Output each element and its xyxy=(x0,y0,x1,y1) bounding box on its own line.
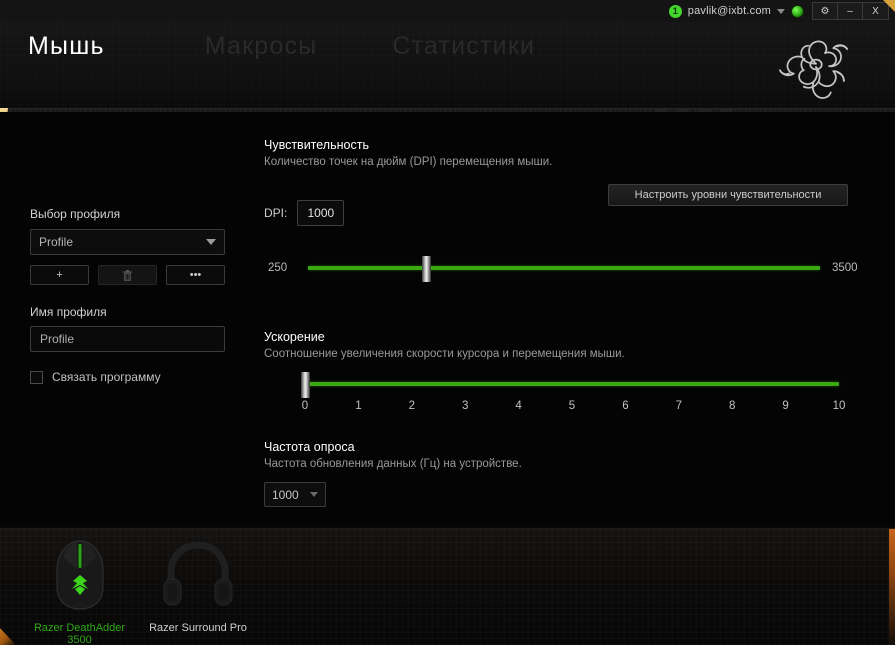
acceleration-tick: 8 xyxy=(728,400,736,412)
window-controls: ⚙ – X xyxy=(812,2,889,20)
gear-icon[interactable]: ⚙ xyxy=(813,3,838,19)
title-bar: 1 pavlik@ixbt.com ⚙ – X xyxy=(0,0,895,22)
link-program-label: Связать программу xyxy=(52,370,161,384)
sensitivity-subtitle: Количество точек на дюйм (DPI) перемещен… xyxy=(264,156,553,168)
acceleration-tick: 7 xyxy=(675,400,682,412)
acceleration-tick: 2 xyxy=(408,400,415,412)
acceleration-tick: 5 xyxy=(568,400,576,412)
razer-synapse-window: 1 pavlik@ixbt.com ⚙ – X Мышь Макросы Ста… xyxy=(0,0,895,645)
profile-select-value: Profile xyxy=(39,235,74,249)
trash-icon xyxy=(123,269,132,281)
left-corner-accent xyxy=(0,628,16,645)
acceleration-slider[interactable]: 0 1 2 3 4 5 6 7 8 9 10 xyxy=(262,370,872,420)
caret-down-icon[interactable] xyxy=(777,8,785,14)
configure-sensitivity-button[interactable]: Настроить уровни чувствительности xyxy=(608,184,848,206)
device-razer-deathadder[interactable]: Razer DeathAdder 3500 xyxy=(22,539,137,645)
right-edge-accent xyxy=(889,529,895,645)
dpi-row: DPI: 1000 xyxy=(264,200,345,226)
chevron-down-icon xyxy=(310,492,318,497)
mouse-icon xyxy=(55,540,104,610)
polling-rate-select[interactable]: 1000 xyxy=(264,482,326,507)
profile-name-label: Имя профиля xyxy=(30,305,107,319)
dpi-max-label: 3500 xyxy=(832,262,858,274)
acceleration-slider-thumb[interactable] xyxy=(300,372,310,398)
dpi-slider[interactable]: 250 3500 xyxy=(262,254,872,284)
content-body: Выбор профиля Profile + ••• Имя профиля … xyxy=(0,112,895,625)
acceleration-tick: 10 xyxy=(832,400,846,412)
device-bar: Razer DeathAdder 3500 Razer Surround Pro xyxy=(0,528,895,645)
link-program-checkbox[interactable] xyxy=(30,370,43,384)
more-options-button[interactable]: ••• xyxy=(166,265,225,285)
acceleration-tick: 0 xyxy=(301,400,309,412)
app-header: Мышь Макросы Статистики xyxy=(0,22,895,134)
notification-badge[interactable]: 1 xyxy=(668,4,682,18)
acceleration-subtitle: Соотношение увеличения скорости курсора … xyxy=(264,348,625,360)
polling-subtitle: Частота обновления данных (Гц) на устрой… xyxy=(264,458,522,470)
acceleration-tick: 1 xyxy=(355,400,362,412)
profile-name-input[interactable]: Profile xyxy=(30,326,225,352)
sensitivity-section: Чувствительность Количество точек на дюй… xyxy=(264,138,552,168)
acceleration-title: Ускорение xyxy=(264,330,325,344)
account-email[interactable]: pavlik@ixbt.com xyxy=(688,5,771,17)
polling-title: Частота опроса xyxy=(264,440,355,454)
acceleration-tick: 6 xyxy=(622,400,629,412)
acceleration-tick: 3 xyxy=(461,400,469,412)
main-tabs: Мышь Макросы Статистики xyxy=(28,32,535,61)
add-profile-button[interactable]: + xyxy=(30,265,89,285)
polling-rate-value: 1000 xyxy=(272,487,299,502)
corner-accent xyxy=(883,0,895,12)
delete-profile-button[interactable] xyxy=(98,265,157,285)
device-name: Razer DeathAdder 3500 xyxy=(33,622,126,645)
polling-section: Частота опроса Частота обновления данных… xyxy=(264,440,522,470)
profile-select-label: Выбор профиля xyxy=(30,207,121,221)
link-program-row[interactable]: Связать программу xyxy=(30,370,230,384)
acceleration-ticks: 0 1 2 3 4 5 6 7 8 9 10 xyxy=(262,400,872,416)
globe-online-icon[interactable] xyxy=(791,4,804,18)
acceleration-tick: 9 xyxy=(782,400,789,412)
device-name: Razer Surround Pro xyxy=(149,622,247,634)
device-razer-surround[interactable]: Razer Surround Pro xyxy=(145,539,251,634)
acceleration-section: Ускорение Соотношение увеличения скорост… xyxy=(264,330,625,360)
profile-sidebar: Выбор профиля Profile + ••• Имя профиля … xyxy=(30,207,230,384)
tab-statistics[interactable]: Статистики xyxy=(392,32,535,61)
tab-macros[interactable]: Макросы xyxy=(205,32,318,61)
headset-icon xyxy=(163,541,233,606)
sensitivity-title: Чувствительность xyxy=(264,138,369,152)
dpi-input[interactable]: 1000 xyxy=(297,200,345,226)
acceleration-tick: 4 xyxy=(515,400,522,412)
tab-mouse[interactable]: Мышь xyxy=(28,32,105,61)
dpi-min-label: 250 xyxy=(268,262,288,274)
chevron-down-icon xyxy=(206,239,216,245)
razer-triple-snake-logo xyxy=(779,40,849,99)
profile-select[interactable]: Profile xyxy=(30,229,225,255)
profile-actions: + ••• xyxy=(30,265,230,285)
dpi-slider-thumb[interactable] xyxy=(421,256,431,282)
dpi-label: DPI: xyxy=(264,206,288,220)
minimize-button[interactable]: – xyxy=(838,3,863,19)
